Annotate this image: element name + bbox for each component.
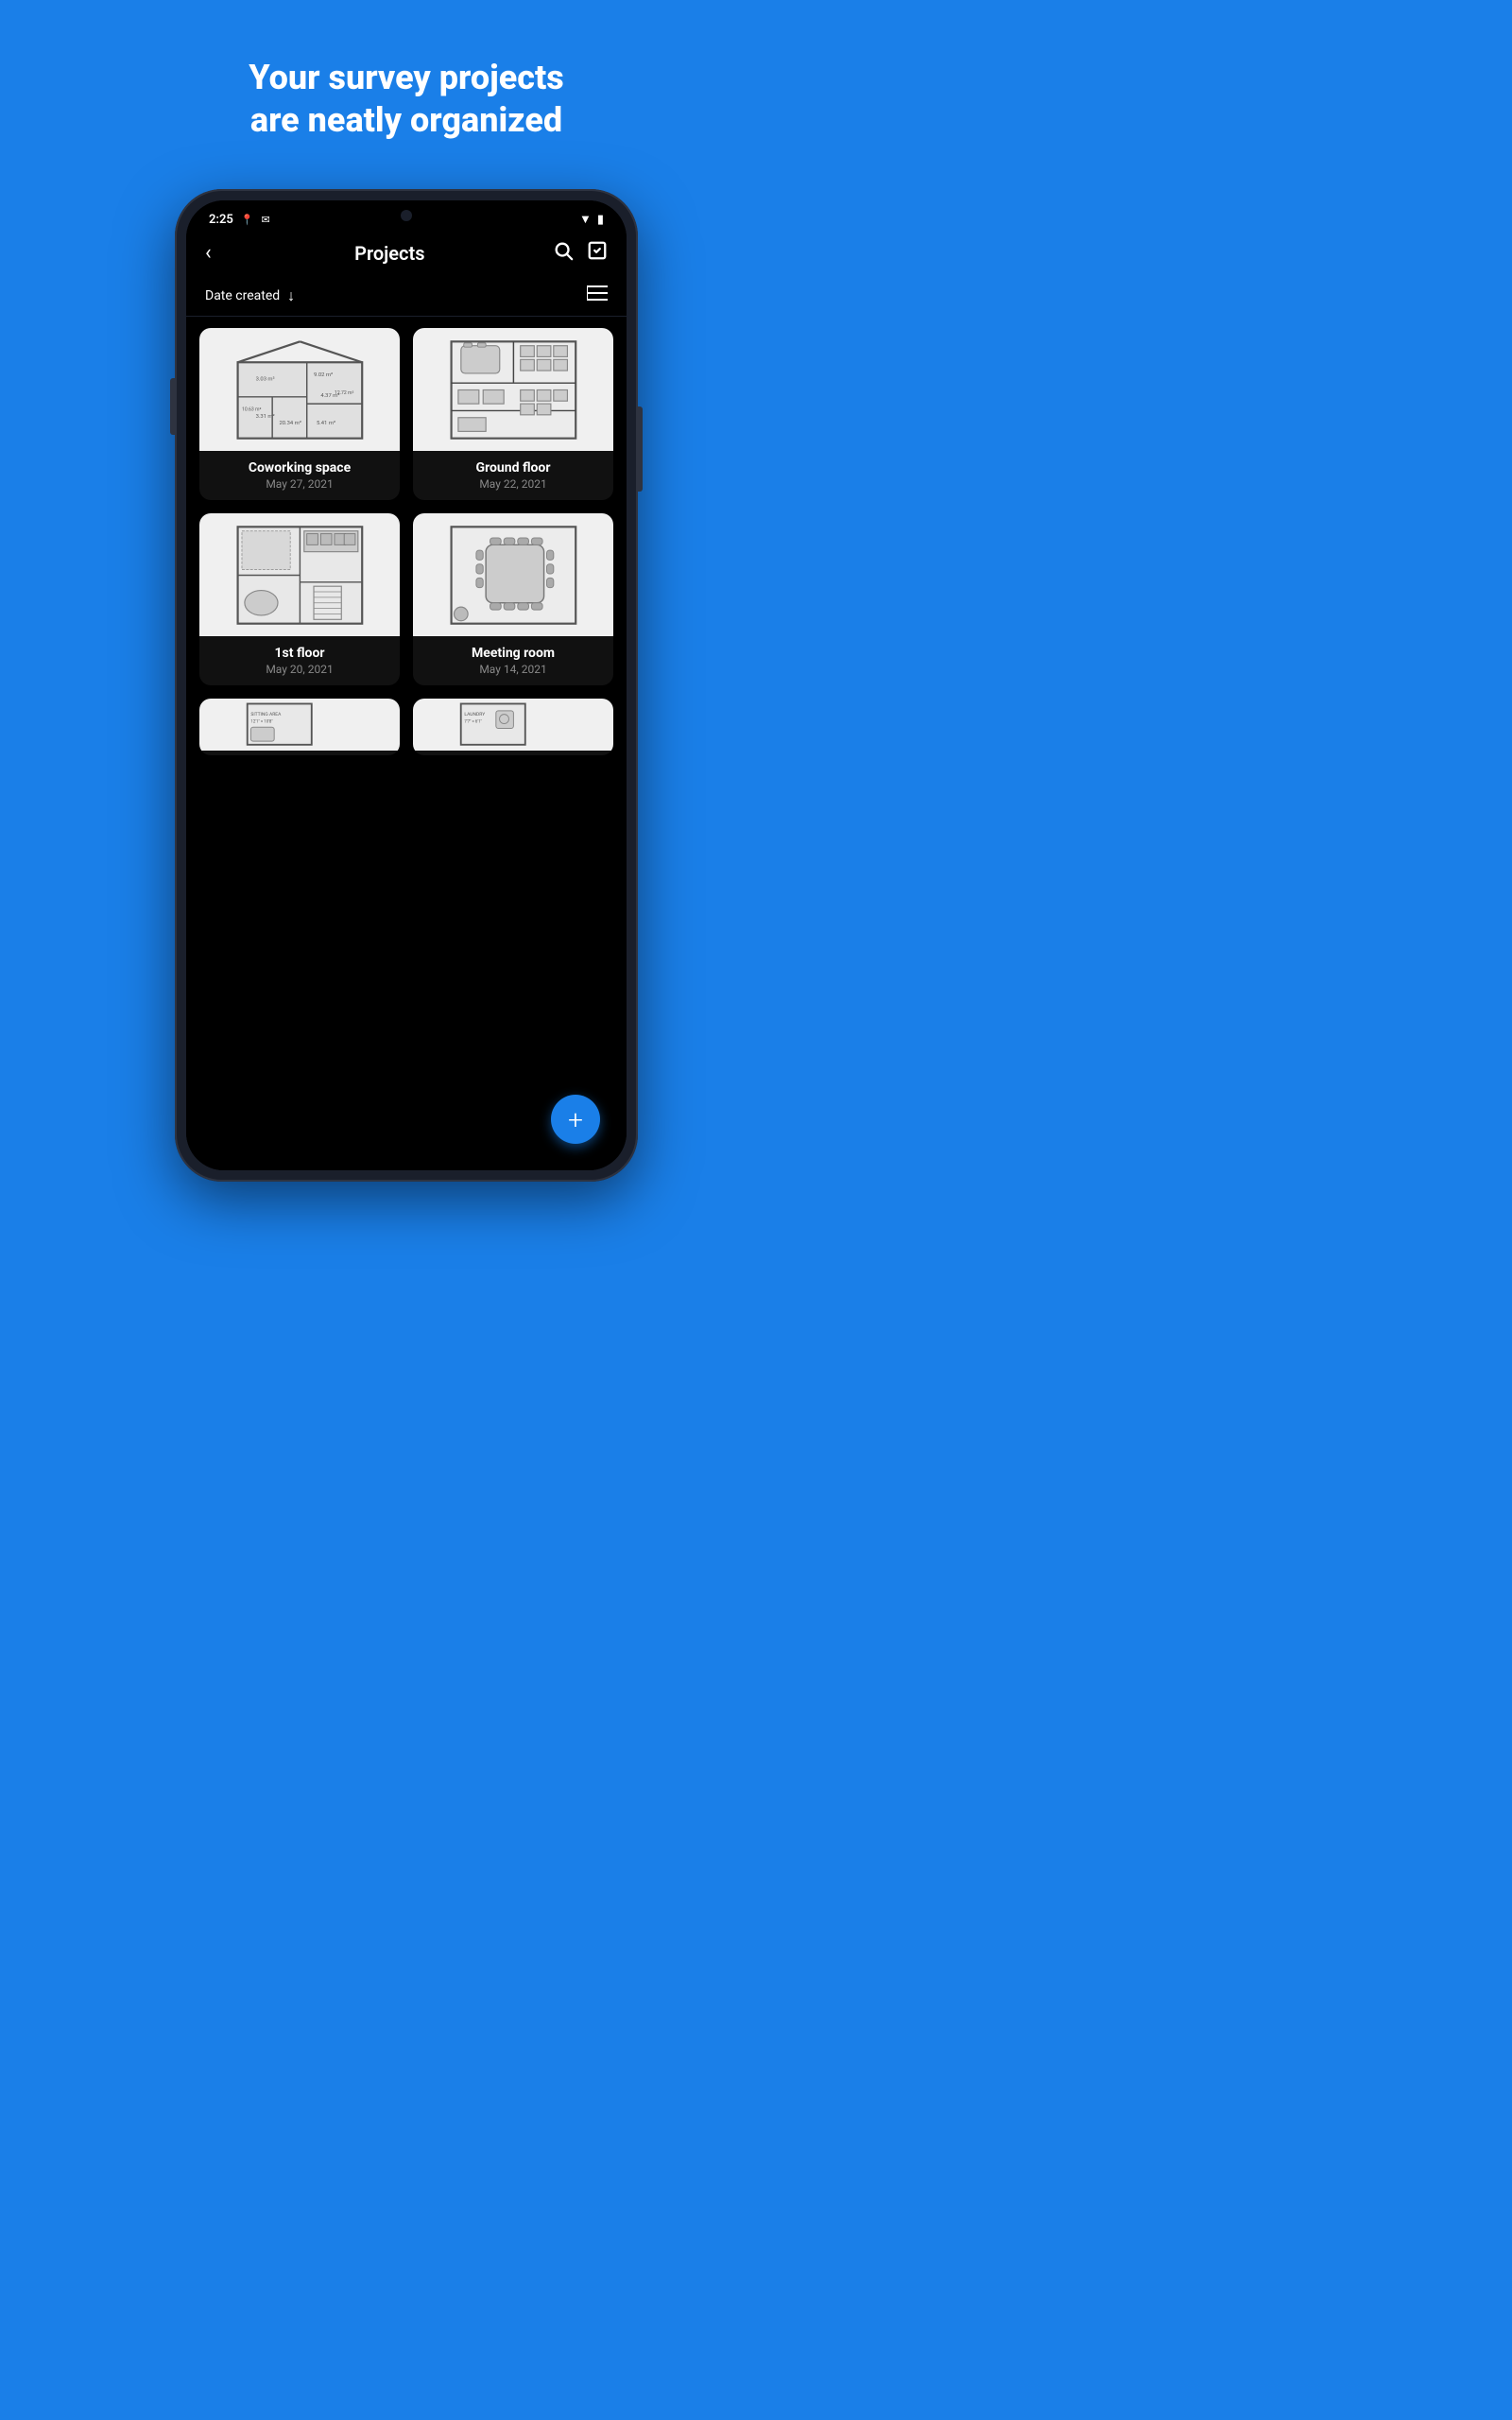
svg-text:20.34 m²: 20.34 m²: [279, 421, 301, 426]
battery-icon: ▮: [597, 213, 604, 227]
sort-direction-icon: ↓: [287, 286, 295, 305]
mail-icon: ✉: [262, 214, 270, 226]
project-thumbnail: SITTING AREA 12'1" × 10'8": [199, 699, 400, 751]
location-icon: 📍: [241, 214, 254, 226]
wifi-icon: ▼: [579, 212, 592, 227]
project-card[interactable]: SITTING AREA 12'1" × 10'8": [199, 699, 400, 755]
project-date: May 27, 2021: [207, 477, 392, 491]
status-bar: 2:25 📍 ✉ ▼ ▮: [186, 200, 627, 231]
sort-text: Date created: [205, 288, 280, 303]
phone-frame: 2:25 📍 ✉ ▼ ▮ ‹ Projects: [175, 189, 638, 1182]
sort-label[interactable]: Date created ↓: [205, 286, 295, 305]
projects-scroll[interactable]: 3.03 m² 9.02 m² 4.37 m² 3.31 m² 10.63 m²…: [186, 317, 627, 1170]
project-thumbnail: 3.03 m² 9.02 m² 4.37 m² 3.31 m² 10.63 m²…: [199, 328, 400, 451]
project-date: May 14, 2021: [421, 663, 606, 676]
status-left: 2:25 📍 ✉: [209, 213, 270, 227]
project-thumbnail: [413, 328, 613, 451]
svg-text:LAUNDRY: LAUNDRY: [464, 712, 485, 717]
list-view-icon[interactable]: [587, 285, 608, 306]
svg-text:12'1" × 10'8": 12'1" × 10'8": [250, 719, 273, 724]
project-info: Meeting room May 14, 2021: [413, 636, 613, 685]
svg-text:5.41 m²: 5.41 m²: [317, 421, 335, 426]
svg-text:SITTING AREA: SITTING AREA: [250, 712, 282, 717]
svg-text:3.03 m²: 3.03 m²: [255, 376, 274, 382]
project-date: May 20, 2021: [207, 663, 392, 676]
project-info: Ground floor May 22, 2021: [413, 451, 613, 500]
search-icon[interactable]: [553, 240, 574, 266]
phone-screen: 2:25 📍 ✉ ▼ ▮ ‹ Projects: [186, 200, 627, 1170]
project-thumbnail: LAUNDRY 7'7" × 6'1": [413, 699, 613, 751]
app-actions: [553, 240, 608, 266]
project-info: Coworking space May 27, 2021: [199, 451, 400, 500]
sort-bar: Date created ↓: [186, 275, 627, 317]
svg-text:7'7" × 6'1": 7'7" × 6'1": [464, 719, 482, 724]
status-time: 2:25: [209, 213, 233, 227]
project-thumbnail: [413, 513, 613, 636]
projects-grid: 3.03 m² 9.02 m² 4.37 m² 3.31 m² 10.63 m²…: [199, 328, 613, 755]
project-card[interactable]: 3.03 m² 9.02 m² 4.37 m² 3.31 m² 10.63 m²…: [199, 328, 400, 500]
add-project-button[interactable]: +: [551, 1095, 600, 1144]
svg-text:3.31 m²: 3.31 m²: [255, 413, 274, 419]
select-icon[interactable]: [587, 240, 608, 266]
project-name: Coworking space: [207, 460, 392, 475]
project-info: 1st floor May 20, 2021: [199, 636, 400, 685]
project-card[interactable]: Ground floor May 22, 2021: [413, 328, 613, 500]
project-name: Meeting room: [421, 646, 606, 661]
page-title: Projects: [227, 242, 553, 265]
back-button[interactable]: ‹: [205, 241, 212, 265]
svg-text:9.02 m²: 9.02 m²: [314, 372, 333, 377]
project-card[interactable]: Meeting room May 14, 2021: [413, 513, 613, 685]
status-right: ▼ ▮: [579, 212, 604, 227]
project-name: 1st floor: [207, 646, 392, 661]
app-bar: ‹ Projects: [186, 231, 627, 275]
svg-text:10.63 m²: 10.63 m²: [242, 406, 262, 412]
hero-title: Your survey projects are neatly organize…: [173, 0, 639, 180]
project-name: Ground floor: [421, 460, 606, 475]
project-date: May 22, 2021: [421, 477, 606, 491]
project-thumbnail: [199, 513, 400, 636]
project-card[interactable]: 1st floor May 20, 2021: [199, 513, 400, 685]
svg-text:12.72 m²: 12.72 m²: [335, 389, 354, 395]
project-card[interactable]: LAUNDRY 7'7" × 6'1": [413, 699, 613, 755]
